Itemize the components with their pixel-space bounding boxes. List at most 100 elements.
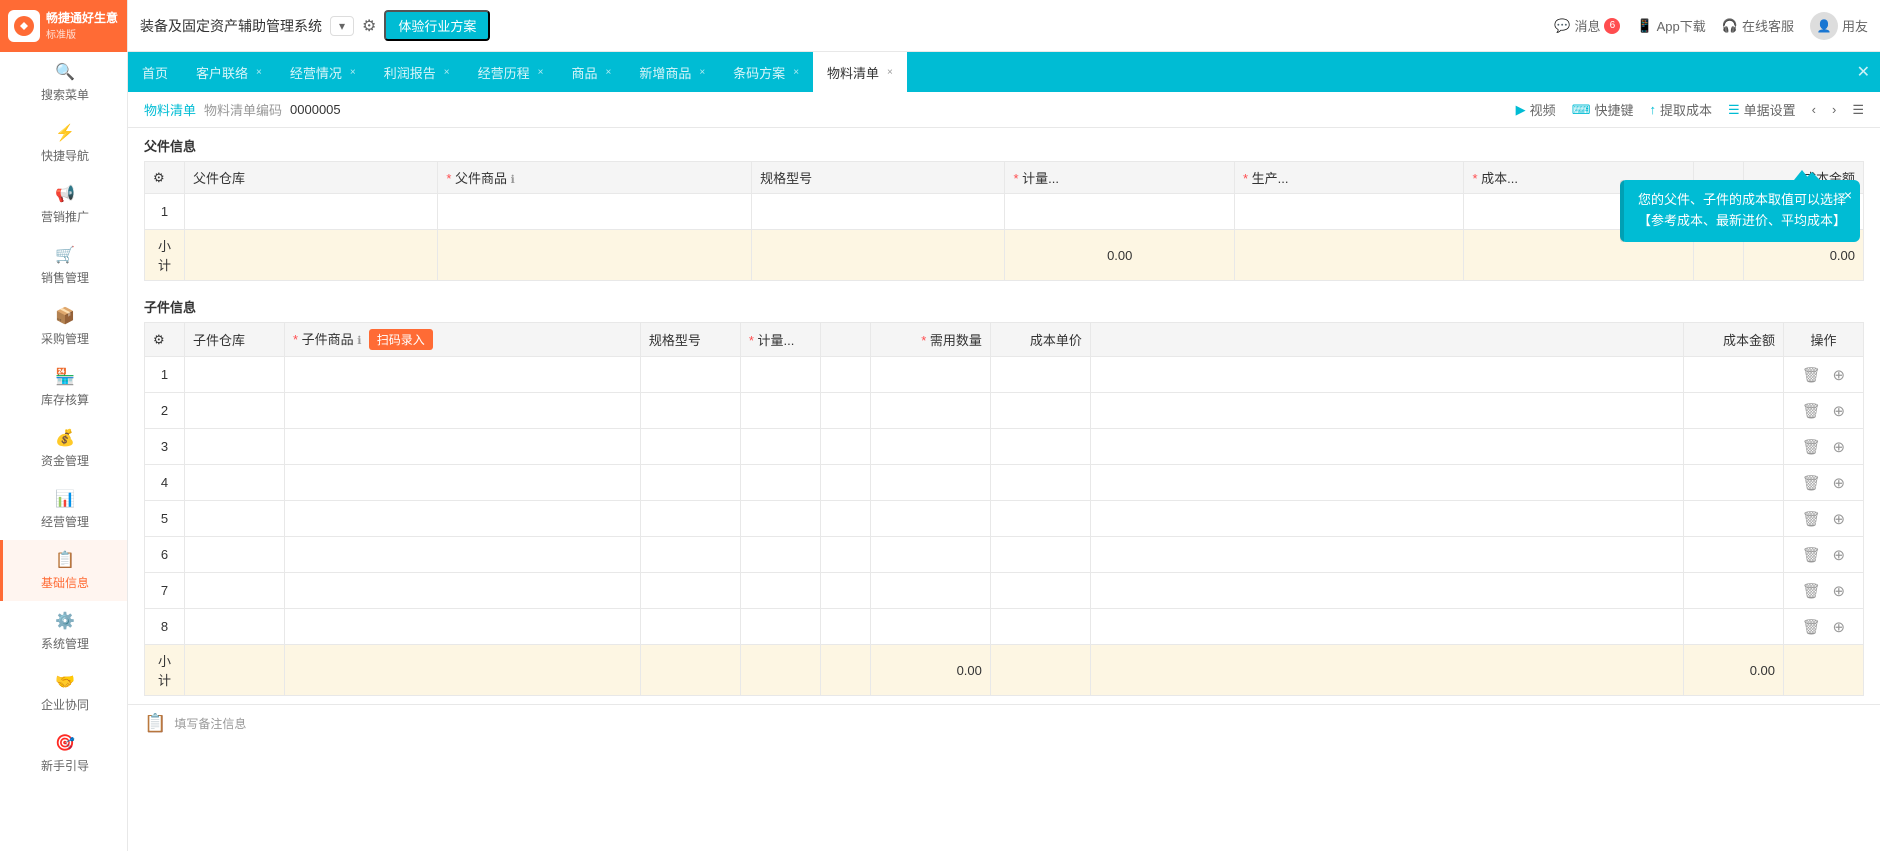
sidebar-item-sales[interactable]: 🛒 销售管理 [0, 235, 127, 296]
child-row-7-unit[interactable] [740, 573, 820, 609]
sidebar-item-search[interactable]: 🔍 搜索菜单 [0, 52, 127, 113]
child-row-4-spec[interactable] [640, 465, 740, 501]
child-row-2-copy[interactable]: ⊕ [1833, 403, 1846, 420]
child-row-1-quantity[interactable] [870, 357, 990, 393]
app-download-button[interactable]: 📱 App下载 [1636, 16, 1705, 35]
breadcrumb-link[interactable]: 物料清单 [144, 100, 196, 119]
child-row-6-delete[interactable]: 🗑 [1802, 547, 1821, 564]
sidebar-item-operations[interactable]: 📊 经营管理 [0, 479, 127, 540]
tab-barcode[interactable]: 条码方案 × [719, 52, 813, 92]
child-row-3-quantity[interactable] [870, 429, 990, 465]
child-col-gear[interactable]: ⚙ [145, 323, 185, 357]
child-row-8-warehouse[interactable] [185, 609, 285, 645]
child-row-2-quantity[interactable] [870, 393, 990, 429]
tab-profit[interactable]: 利润报告 × [370, 52, 464, 92]
sidebar-item-quick-nav[interactable]: ⚡ 快捷导航 [0, 113, 127, 174]
message-button[interactable]: 💬 消息 6 [1554, 16, 1620, 35]
child-row-5-unit[interactable] [740, 501, 820, 537]
sidebar-item-marketing[interactable]: 📢 营销推广 [0, 174, 127, 235]
child-row-4-copy[interactable]: ⊕ [1833, 475, 1846, 492]
user-avatar[interactable]: 👤 用友 [1810, 12, 1868, 40]
child-row-5-product[interactable] [285, 501, 641, 537]
child-row-8-unit[interactable] [740, 609, 820, 645]
tab-operations-close[interactable]: × [350, 67, 356, 78]
tab-goods[interactable]: 商品 × [557, 52, 625, 92]
child-row-5-delete[interactable]: 🗑 [1802, 511, 1821, 528]
child-row-7-spec[interactable] [640, 573, 740, 609]
tab-customers-close[interactable]: × [256, 67, 262, 78]
child-row-1-unit[interactable] [740, 357, 820, 393]
child-row-1-delete[interactable]: 🗑 [1802, 367, 1821, 384]
parent-row-1-produce[interactable] [1234, 194, 1463, 230]
tab-new-goods-close[interactable]: × [699, 67, 705, 78]
tab-history[interactable]: 经营历程 × [464, 52, 558, 92]
extract-cost-button[interactable]: ↑ 提取成本 [1649, 100, 1712, 119]
child-row-4-unit[interactable] [740, 465, 820, 501]
child-row-7-quantity[interactable] [870, 573, 990, 609]
single-settings-button[interactable]: ☰ 单据设置 [1728, 100, 1796, 119]
nav-prev-button[interactable]: ‹ [1812, 102, 1816, 117]
parent-col-gear[interactable]: ⚙ [145, 162, 185, 194]
child-row-2-unit-cost[interactable] [990, 393, 1090, 429]
child-row-8-product[interactable] [285, 609, 641, 645]
tab-home[interactable]: 首页 [128, 52, 182, 92]
child-row-7-delete[interactable]: 🗑 [1802, 583, 1821, 600]
tab-profit-close[interactable]: × [444, 67, 450, 78]
child-row-3-unit-cost[interactable] [990, 429, 1090, 465]
tab-goods-close[interactable]: × [605, 67, 611, 78]
settings-icon[interactable]: ⚙ [362, 16, 376, 36]
tab-history-close[interactable]: × [538, 67, 544, 78]
sidebar-item-enterprise[interactable]: 🤝 企业协同 [0, 662, 127, 723]
child-row-2-unit[interactable] [740, 393, 820, 429]
shortcut-button[interactable]: ⌨ 快捷键 [1572, 100, 1634, 119]
child-row-5-quantity[interactable] [870, 501, 990, 537]
nav-next-button[interactable]: › [1832, 102, 1836, 117]
close-all-tabs[interactable]: ✕ [1847, 62, 1880, 82]
child-row-5-unit-cost[interactable] [990, 501, 1090, 537]
child-row-6-copy[interactable]: ⊕ [1833, 547, 1846, 564]
child-row-1-spec[interactable] [640, 357, 740, 393]
tab-operations[interactable]: 经营情况 × [276, 52, 370, 92]
sidebar-item-inventory[interactable]: 🏪 库存核算 [0, 357, 127, 418]
child-row-5-copy[interactable]: ⊕ [1833, 511, 1846, 528]
parent-row-1-spec[interactable] [752, 194, 1005, 230]
child-row-7-warehouse[interactable] [185, 573, 285, 609]
child-row-6-spec[interactable] [640, 537, 740, 573]
parent-row-1-warehouse[interactable] [185, 194, 438, 230]
scan-button[interactable]: 扫码录入 [369, 329, 433, 350]
tab-bom[interactable]: 物料清单 × [813, 52, 907, 92]
child-row-3-unit[interactable] [740, 429, 820, 465]
child-row-4-delete[interactable]: 🗑 [1802, 475, 1821, 492]
child-row-6-unit[interactable] [740, 537, 820, 573]
list-view-button[interactable]: ☰ [1852, 102, 1864, 118]
child-row-3-product[interactable] [285, 429, 641, 465]
child-row-5-spec[interactable] [640, 501, 740, 537]
tooltip-close[interactable]: × [1844, 184, 1852, 206]
child-row-3-warehouse[interactable] [185, 429, 285, 465]
child-row-6-unit-cost[interactable] [990, 537, 1090, 573]
tab-barcode-close[interactable]: × [793, 67, 799, 78]
child-row-8-spec[interactable] [640, 609, 740, 645]
sidebar-item-guide[interactable]: 🎯 新手引导 [0, 723, 127, 784]
child-row-3-spec[interactable] [640, 429, 740, 465]
tab-new-goods[interactable]: 新增商品 × [625, 52, 719, 92]
child-row-2-spec[interactable] [640, 393, 740, 429]
child-row-4-product[interactable] [285, 465, 641, 501]
child-row-4-unit-cost[interactable] [990, 465, 1090, 501]
child-row-4-quantity[interactable] [870, 465, 990, 501]
child-row-4-warehouse[interactable] [185, 465, 285, 501]
child-row-6-warehouse[interactable] [185, 537, 285, 573]
sidebar-item-finance[interactable]: 💰 资金管理 [0, 418, 127, 479]
child-row-7-product[interactable] [285, 573, 641, 609]
sidebar-item-system[interactable]: ⚙️ 系统管理 [0, 601, 127, 662]
child-row-1-unit-cost[interactable] [990, 357, 1090, 393]
sidebar-item-basic-info[interactable]: 📋 基础信息 [0, 540, 127, 601]
child-row-8-delete[interactable]: 🗑 [1802, 619, 1821, 636]
child-row-3-delete[interactable]: 🗑 [1802, 439, 1821, 456]
child-row-6-quantity[interactable] [870, 537, 990, 573]
child-row-1-product[interactable] [285, 357, 641, 393]
child-row-8-quantity[interactable] [870, 609, 990, 645]
parent-row-1-unit[interactable] [1005, 194, 1234, 230]
trial-button[interactable]: 体验行业方案 [384, 10, 490, 41]
child-row-8-copy[interactable]: ⊕ [1833, 619, 1846, 636]
